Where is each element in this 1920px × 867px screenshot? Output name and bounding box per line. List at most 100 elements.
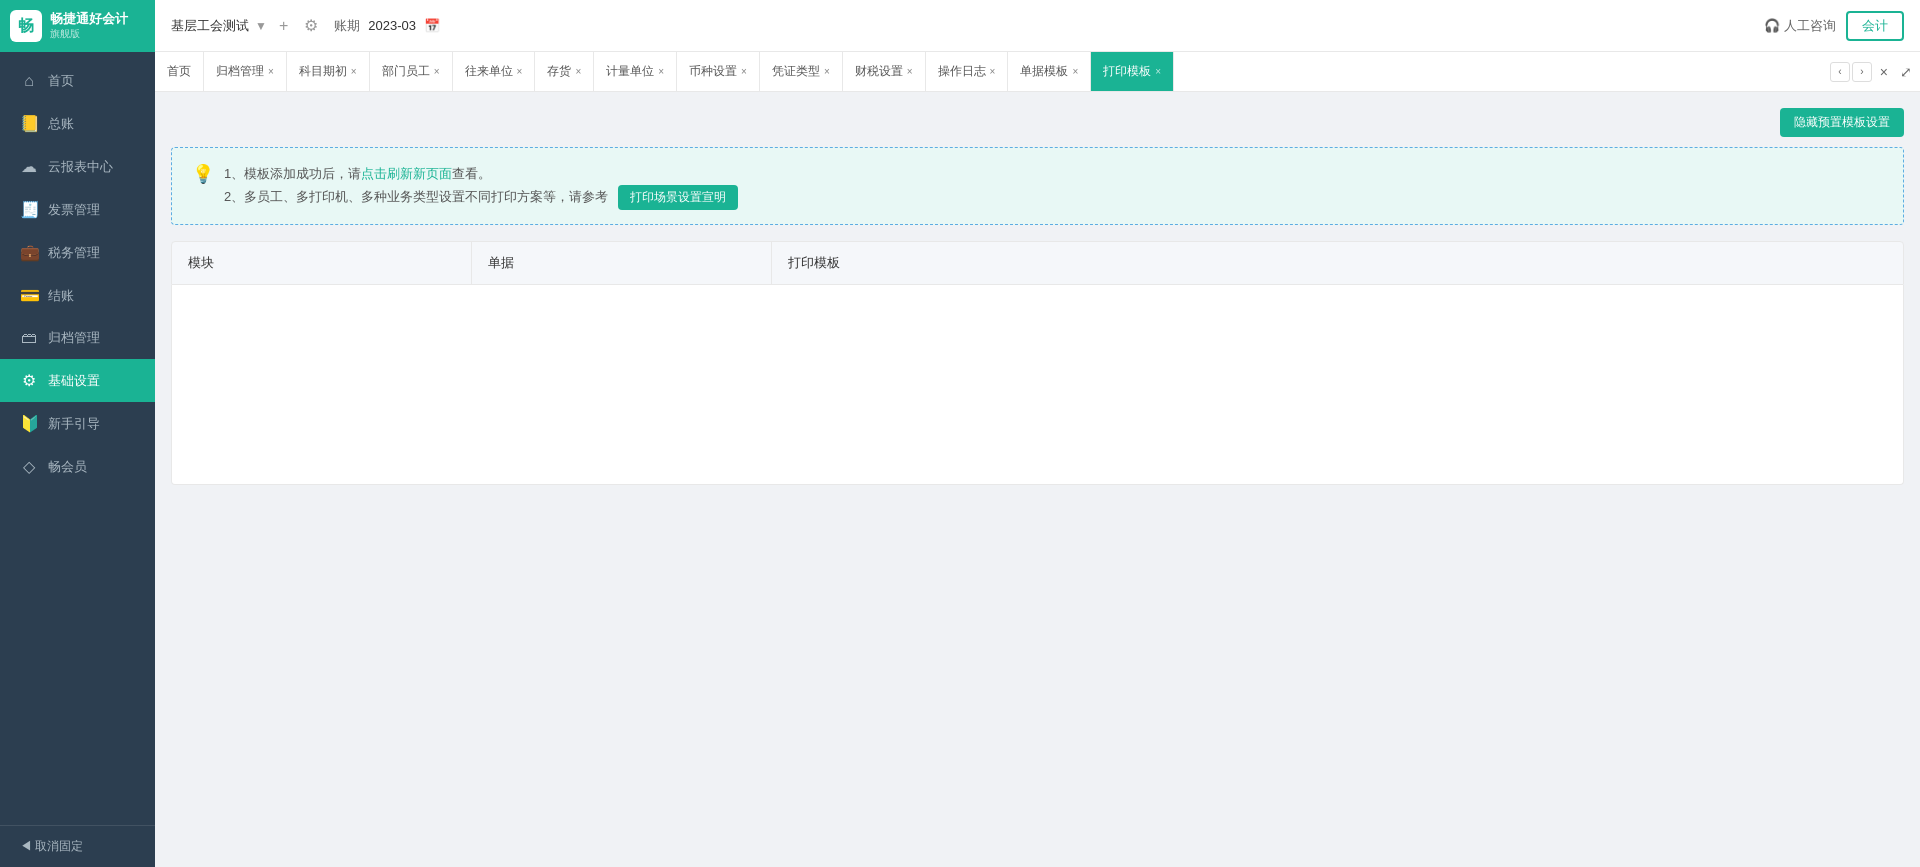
tab-home[interactable]: 首页 — [155, 52, 204, 91]
tab-archive[interactable]: 归档管理 × — [204, 52, 287, 91]
reports-icon: ☁ — [20, 157, 38, 176]
tab-oplog-close[interactable]: × — [990, 66, 996, 77]
tabbar: 首页 归档管理 × 科目期初 × 部门员工 × 往来单位 × 存货 × 计量单位… — [155, 52, 1920, 92]
tab-stock-label: 存货 — [547, 63, 571, 80]
sidebar-item-label: 云报表中心 — [48, 158, 113, 176]
tab-print-close[interactable]: × — [1155, 66, 1161, 77]
tab-oplog-label: 操作日志 — [938, 63, 986, 80]
account-button[interactable]: 会计 — [1846, 11, 1904, 41]
tab-home-label: 首页 — [167, 63, 191, 80]
sidebar-item-basic[interactable]: ⚙ 基础设置 — [0, 359, 155, 402]
sidebar-item-label: 归档管理 — [48, 329, 100, 347]
archive-icon: 🗃 — [20, 329, 38, 347]
sidebar-item-label: 发票管理 — [48, 201, 100, 219]
info-line1-suffix: 查看。 — [452, 166, 491, 181]
tab-tax-set[interactable]: 财税设置 × — [843, 52, 926, 91]
tab-unit-close[interactable]: × — [658, 66, 664, 77]
sidebar-item-invoice[interactable]: 🧾 发票管理 — [0, 188, 155, 231]
tax-icon: 💼 — [20, 243, 38, 262]
tab-archive-label: 归档管理 — [216, 63, 264, 80]
tab-subject-close[interactable]: × — [351, 66, 357, 77]
sidebar-item-tax[interactable]: 💼 税务管理 — [0, 231, 155, 274]
print-scene-button[interactable]: 打印场景设置宣明 — [618, 185, 738, 210]
sidebar-item-archive[interactable]: 🗃 归档管理 — [0, 317, 155, 359]
info-line1-link[interactable]: 点击刷新新页面 — [361, 166, 452, 181]
settings-icon[interactable]: ⚙ — [300, 16, 322, 35]
th-receipt: 单据 — [472, 242, 772, 284]
sidebar-item-ledger[interactable]: 📒 总账 — [0, 102, 155, 145]
tab-print[interactable]: 打印模板 × — [1091, 52, 1174, 91]
top-actions: 隐藏预置模板设置 — [171, 108, 1904, 137]
tab-close-all-button[interactable]: × — [1874, 64, 1894, 80]
tab-next-button[interactable]: › — [1852, 62, 1872, 82]
page-content: 隐藏预置模板设置 💡 1、模板添加成功后，请点击刷新新页面查看。 2、多员工、多… — [155, 92, 1920, 867]
sidebar-item-label: 畅会员 — [48, 458, 87, 476]
tab-tax-set-close[interactable]: × — [907, 66, 913, 77]
topbar: 基层工会测试 ▼ + ⚙ 账期 2023-03 📅 🎧 人工咨询 会计 — [155, 0, 1920, 52]
period-label: 账期 — [334, 17, 360, 35]
tab-currency-label: 币种设置 — [689, 63, 737, 80]
sidebar-item-label: 新手引导 — [48, 415, 100, 433]
sidebar-nav: ⌂ 首页 📒 总账 ☁ 云报表中心 🧾 发票管理 💼 税务管理 💳 结账 🗃 归… — [0, 52, 155, 825]
tab-oplog[interactable]: 操作日志 × — [926, 52, 1009, 91]
tab-receipt[interactable]: 单据模板 × — [1008, 52, 1091, 91]
hide-preview-button[interactable]: 隐藏预置模板设置 — [1780, 108, 1904, 137]
info-text: 1、模板添加成功后，请点击刷新新页面查看。 2、多员工、多打印机、多种业务类型设… — [224, 162, 738, 210]
tab-print-label: 打印模板 — [1103, 63, 1151, 80]
info-line2: 2、多员工、多打印机、多种业务类型设置不同打印方案等，请参考 打印场景设置宣明 — [224, 185, 738, 210]
help-button[interactable]: 🎧 人工咨询 — [1764, 17, 1836, 35]
member-icon: ◇ — [20, 457, 38, 476]
tab-subject[interactable]: 科目期初 × — [287, 52, 370, 91]
tab-voucher-close[interactable]: × — [824, 66, 830, 77]
sidebar-item-label: 基础设置 — [48, 372, 100, 390]
period-value: 2023-03 — [368, 18, 416, 33]
sidebar-item-guide[interactable]: 🔰 新手引导 — [0, 402, 155, 445]
add-company-button[interactable]: + — [275, 17, 292, 35]
logo-text: 畅捷通好会计 旗舰版 — [50, 11, 128, 41]
tab-subject-label: 科目期初 — [299, 63, 347, 80]
topbar-right: 🎧 人工咨询 会计 — [1764, 11, 1904, 41]
company-selector[interactable]: 基层工会测试 ▼ — [171, 17, 267, 35]
tab-supplier-close[interactable]: × — [517, 66, 523, 77]
tab-prev-button[interactable]: ‹ — [1830, 62, 1850, 82]
tab-tax-set-label: 财税设置 — [855, 63, 903, 80]
tab-receipt-label: 单据模板 — [1020, 63, 1068, 80]
sidebar-item-label: 结账 — [48, 287, 74, 305]
tab-voucher[interactable]: 凭证类型 × — [760, 52, 843, 91]
sidebar: 畅 畅捷通好会计 旗舰版 ⌂ 首页 📒 总账 ☁ 云报表中心 🧾 发票管理 💼 … — [0, 0, 155, 867]
sidebar-item-reports[interactable]: ☁ 云报表中心 — [0, 145, 155, 188]
invoice-icon: 🧾 — [20, 200, 38, 219]
tab-unit-label: 计量单位 — [606, 63, 654, 80]
tab-dept[interactable]: 部门员工 × — [370, 52, 453, 91]
info-line1: 1、模板添加成功后，请点击刷新新页面查看。 — [224, 162, 738, 185]
table-header: 模块 单据 打印模板 — [171, 241, 1904, 285]
sidebar-unpin-button[interactable]: ◀ 取消固定 — [0, 825, 155, 867]
sidebar-item-checkout[interactable]: 💳 结账 — [0, 274, 155, 317]
tab-currency[interactable]: 币种设置 × — [677, 52, 760, 91]
tab-expand-button[interactable]: ⤢ — [1896, 64, 1916, 80]
ledger-icon: 📒 — [20, 114, 38, 133]
tab-receipt-close[interactable]: × — [1072, 66, 1078, 77]
sidebar-item-label: 税务管理 — [48, 244, 100, 262]
guide-icon: 🔰 — [20, 414, 38, 433]
basic-icon: ⚙ — [20, 371, 38, 390]
info-box: 💡 1、模板添加成功后，请点击刷新新页面查看。 2、多员工、多打印机、多种业务类… — [171, 147, 1904, 225]
help-label: 人工咨询 — [1784, 17, 1836, 35]
tab-supplier[interactable]: 往来单位 × — [453, 52, 536, 91]
tab-unit[interactable]: 计量单位 × — [594, 52, 677, 91]
sidebar-logo: 畅 畅捷通好会计 旗舰版 — [0, 0, 155, 52]
tab-stock[interactable]: 存货 × — [535, 52, 594, 91]
sidebar-item-member[interactable]: ◇ 畅会员 — [0, 445, 155, 488]
tab-dept-close[interactable]: × — [434, 66, 440, 77]
tab-stock-close[interactable]: × — [575, 66, 581, 77]
headset-icon: 🎧 — [1764, 18, 1780, 33]
table-body — [171, 285, 1904, 485]
th-module: 模块 — [172, 242, 472, 284]
sidebar-item-home[interactable]: ⌂ 首页 — [0, 60, 155, 102]
company-dropdown-icon: ▼ — [255, 19, 267, 33]
checkout-icon: 💳 — [20, 286, 38, 305]
th-print-template: 打印模板 — [772, 242, 1903, 284]
tab-archive-close[interactable]: × — [268, 66, 274, 77]
tab-currency-close[interactable]: × — [741, 66, 747, 77]
calendar-icon[interactable]: 📅 — [424, 18, 440, 33]
